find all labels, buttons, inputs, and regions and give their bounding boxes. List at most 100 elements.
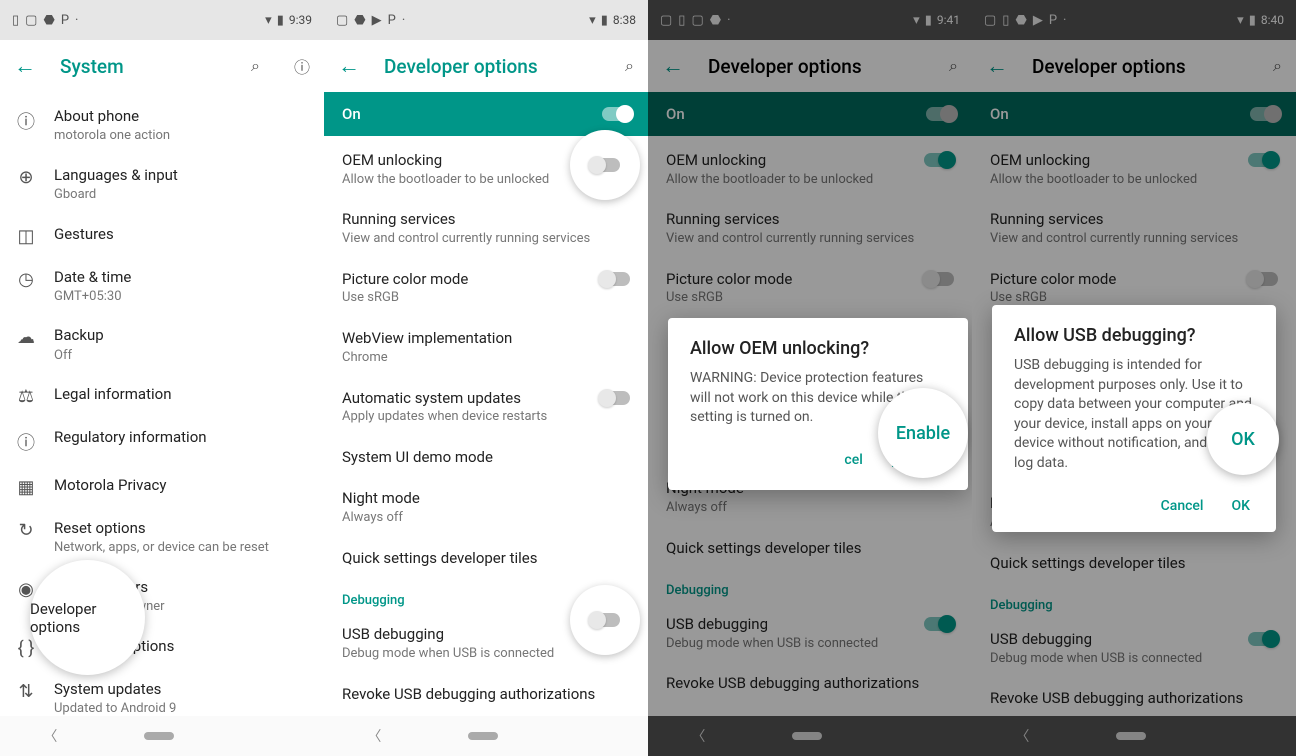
item-demomode[interactable]: System UI demo mode [324, 437, 648, 479]
item-updates[interactable]: ⇅System updatesUpdated to Android 9 [0, 669, 324, 716]
usbdebug-toggle [1248, 632, 1278, 646]
row-title: Running services [342, 210, 630, 230]
pic-icon: ▢ [984, 13, 996, 28]
item-datetime[interactable]: ◷Date & timeGMT+05:30 [0, 257, 324, 316]
row-title: Date & time [54, 267, 306, 287]
row-sub: Always off [666, 500, 954, 517]
back-icon[interactable]: ← [338, 53, 360, 79]
color-toggle[interactable] [600, 272, 630, 286]
row-title: Picture color mode [342, 270, 588, 290]
row-sub: Allow the bootloader to be unlocked [666, 172, 912, 189]
row-title: Revoke USB debugging authorizations [342, 685, 630, 705]
master-toggle[interactable] [1250, 107, 1278, 121]
master-toggle[interactable] [602, 107, 630, 121]
p-icon: P [388, 13, 396, 28]
nav-back-icon[interactable]: 〈 [691, 726, 705, 746]
search-icon[interactable]: ⌕ [625, 56, 634, 76]
cancel-button[interactable]: cel [840, 444, 866, 480]
help-icon[interactable]: ⓘ [294, 54, 310, 78]
item-gestures[interactable]: ◫Gestures [0, 214, 324, 257]
row-title: Running services [666, 210, 954, 230]
item-about[interactable]: ⓘAbout phonemotorola one action [0, 96, 324, 155]
item-night[interactable]: Night modeAlways off [324, 478, 648, 537]
nav-back-icon[interactable]: 〈 [367, 726, 381, 746]
on-label: On [342, 105, 361, 123]
row-title: USB debugging [666, 615, 912, 635]
grid-icon: ▦ [14, 475, 38, 498]
nav-back-icon[interactable]: 〈 [1015, 726, 1029, 746]
row-sub: Apply updates when device restarts [342, 409, 588, 426]
wifi-icon: ▾ [589, 13, 596, 28]
item-color[interactable]: Picture color modeUse sRGB [324, 259, 648, 318]
row-title: Picture color mode [666, 270, 912, 290]
row-title: Regulatory information [54, 427, 306, 447]
item-reset[interactable]: ↻Reset optionsNetwork, apps, or device c… [0, 508, 324, 567]
pane-oem-dialog: ▢▯▢⬣· ▾▮9:41 ← Developer options ⌕ On OE… [648, 0, 972, 756]
search-icon[interactable]: ⌕ [949, 56, 958, 76]
row-title: OEM unlocking [666, 151, 912, 171]
legal-icon: ⚖ [14, 384, 38, 407]
item-languages[interactable]: ⊕Languages & inputGboard [0, 155, 324, 214]
item-running[interactable]: Running servicesView and control current… [324, 199, 648, 258]
master-toggle[interactable] [926, 107, 954, 121]
p-icon: P [61, 13, 69, 28]
row-sub: View and control currently running servi… [666, 231, 954, 248]
row-sub: Use sRGB [666, 290, 912, 307]
item-regulatory[interactable]: ⓘ Regulatory information [0, 417, 324, 465]
nav-home[interactable] [144, 732, 174, 740]
row-sub: motorola one action [54, 127, 306, 145]
item-backup[interactable]: ☁BackupOff [0, 315, 324, 374]
battery-icon: ▮ [1249, 13, 1256, 28]
row-title: Languages & input [54, 165, 306, 185]
row-sub: Always off [342, 510, 630, 527]
nav-home[interactable] [468, 732, 498, 740]
nav-back-icon[interactable]: 〈 [43, 726, 57, 746]
item-legal[interactable]: ⚖ Legal information [0, 374, 324, 417]
info-icon: ⓘ [14, 427, 38, 455]
row-sub: Debug mode when USB is connected [666, 636, 912, 653]
master-toggle-bar[interactable]: On [972, 92, 1296, 136]
oem-toggle [1248, 153, 1278, 167]
row-sub: Debug mode when USB is connected [990, 651, 1236, 668]
shield-icon: ⬣ [1015, 13, 1026, 28]
oem-toggle [924, 153, 954, 167]
row-sub: Gboard [54, 186, 306, 204]
appbar-title: Developer options [384, 55, 601, 78]
nav-home[interactable] [1116, 732, 1146, 740]
reset-icon: ↻ [14, 518, 38, 541]
usbdebug-toggle [924, 617, 954, 631]
item-privacy[interactable]: ▦Motorola Privacy [0, 465, 324, 508]
shield-icon: ⬣ [43, 13, 54, 28]
autoupdate-toggle[interactable] [600, 391, 630, 405]
row-sub: Network, apps, or device can be reset [54, 539, 306, 557]
row-title: WebView implementation [342, 329, 630, 349]
on-label: On [666, 105, 685, 123]
section-debugging: Debugging [648, 569, 972, 604]
item-revoke[interactable]: Revoke USB debugging authorizations [324, 674, 648, 716]
back-icon[interactable]: ← [662, 53, 684, 79]
back-icon[interactable]: ← [986, 53, 1008, 79]
cancel-button[interactable]: Cancel [1157, 490, 1208, 522]
row-title: Backup [54, 325, 306, 345]
row-title: OEM unlocking [342, 151, 588, 171]
cloud-icon: ☁ [14, 325, 38, 348]
item-webview[interactable]: WebView implementationChrome [324, 318, 648, 377]
row-title: Gestures [54, 224, 306, 244]
section-debugging: Debugging [972, 584, 1296, 619]
back-icon[interactable]: ← [14, 53, 36, 79]
search-icon[interactable]: ⌕ [251, 56, 260, 76]
card-icon: ▯ [1002, 13, 1009, 28]
row-sub: Updated to Android 9 [54, 700, 306, 716]
pic-icon: ▢ [660, 13, 672, 28]
navbar: 〈 [648, 716, 972, 756]
nav-home[interactable] [792, 732, 822, 740]
row-title: Legal information [54, 384, 306, 404]
shield-icon: ⬣ [354, 13, 365, 28]
item-autoupdate[interactable]: Automatic system updatesApply updates wh… [324, 378, 648, 437]
row-title: Quick settings developer tiles [666, 539, 954, 559]
highlight-developer-options: Developer options [30, 560, 145, 675]
search-icon[interactable]: ⌕ [1273, 56, 1282, 76]
master-toggle-bar[interactable]: On [648, 92, 972, 136]
ok-button[interactable]: OK [1228, 490, 1255, 522]
item-qstiles[interactable]: Quick settings developer tiles [324, 538, 648, 580]
